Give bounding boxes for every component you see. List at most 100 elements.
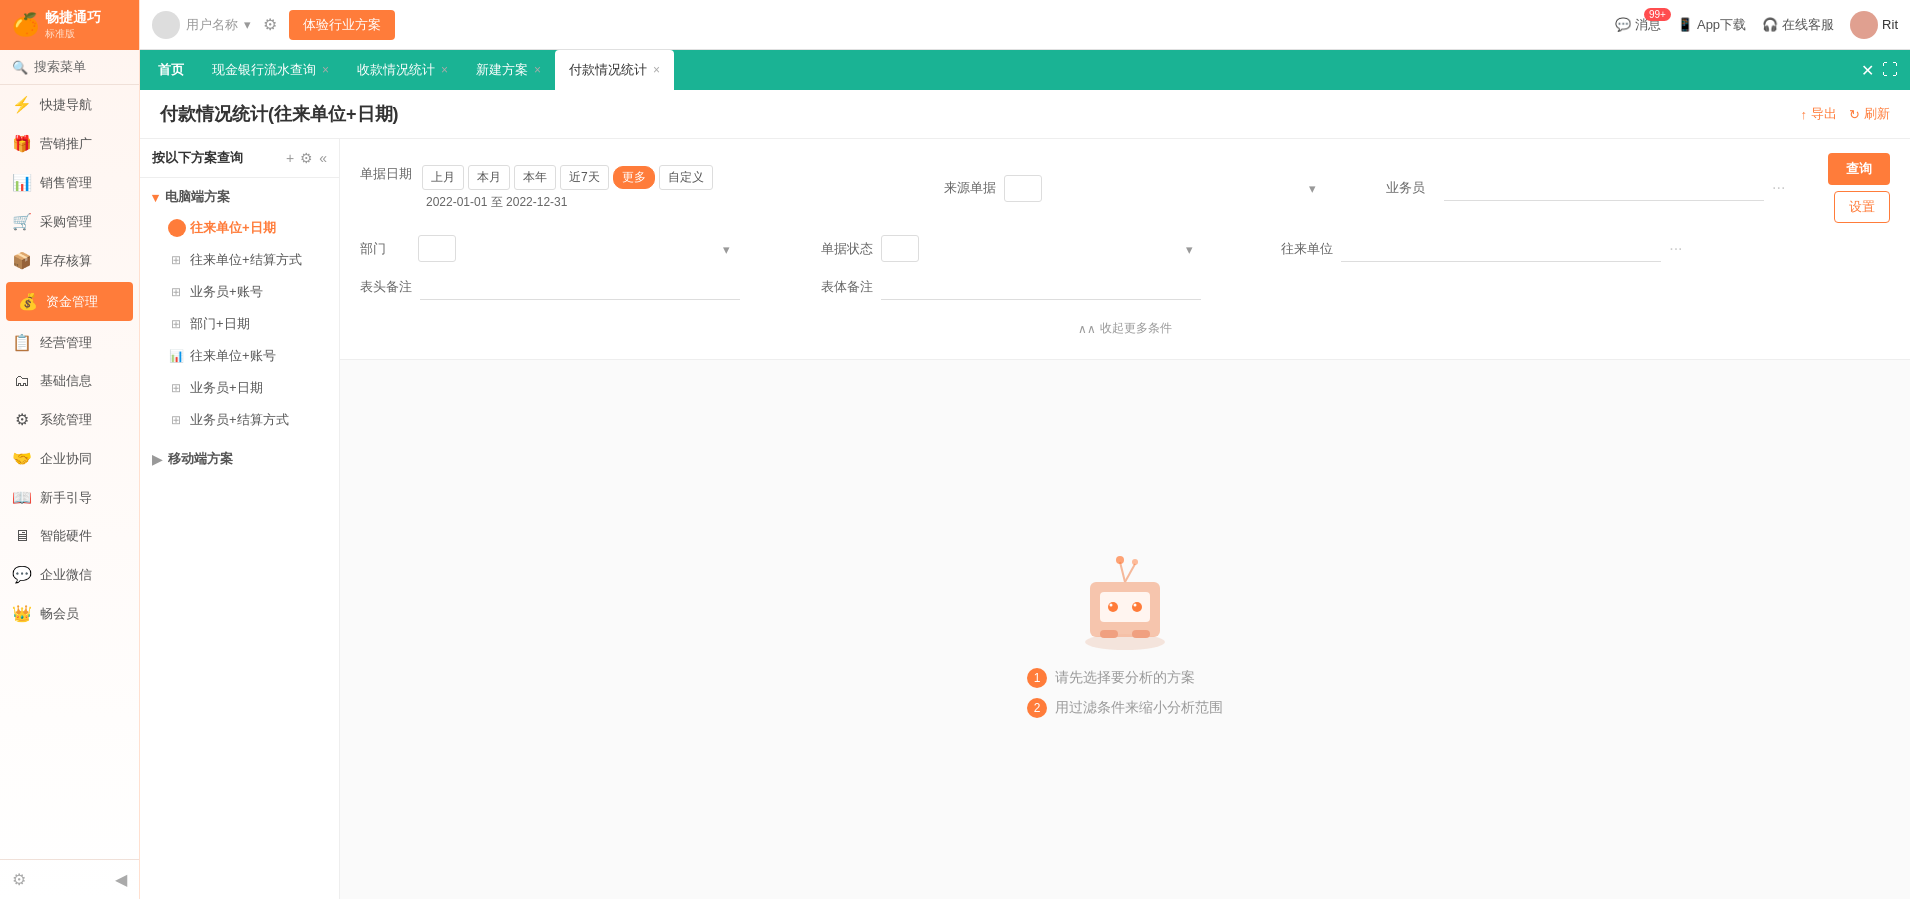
scheme-partner-settle[interactable]: ⊞ 往来单位+结算方式 bbox=[140, 244, 339, 276]
sidebar-item-finance[interactable]: 💰 资金管理 bbox=[6, 282, 133, 321]
sidebar-item-basic-info[interactable]: 🗂 基础信息 bbox=[0, 362, 139, 400]
filter-area: 单据日期 上月 本月 本年 近7天 更多 自定义 bbox=[340, 139, 1910, 360]
date-custom-btn[interactable]: 自定义 bbox=[659, 165, 713, 190]
topbar-gear-icon[interactable]: ⚙ bbox=[263, 15, 277, 34]
date-this-year-btn[interactable]: 本年 bbox=[514, 165, 556, 190]
doc-status-select-wrap bbox=[881, 235, 1201, 262]
hint2-text: 用过滤条件来缩小分析范围 bbox=[1055, 699, 1223, 717]
user-profile-btn[interactable]: Rit bbox=[1850, 11, 1898, 39]
filter-row-3: 表头备注 表体备注 bbox=[360, 274, 1890, 300]
settings-icon[interactable]: ⚙ bbox=[12, 870, 26, 889]
scheme-dept-date[interactable]: ⊞ 部门+日期 bbox=[140, 308, 339, 340]
collapse-sidebar-icon[interactable]: ◀ bbox=[115, 870, 127, 889]
staff-dots[interactable]: ··· bbox=[1772, 179, 1785, 197]
app-download-btn[interactable]: 📱 App下载 bbox=[1677, 16, 1746, 34]
sidebar-icon-basic-info: 🗂 bbox=[12, 372, 32, 390]
tab-bank-flow-close[interactable]: × bbox=[322, 63, 329, 77]
mobile-section-label: 移动端方案 bbox=[168, 450, 233, 468]
collapse-filter-btn[interactable]: ∧∧ 收起更多条件 bbox=[360, 312, 1890, 345]
sidebar-item-sales[interactable]: 📊 销售管理 bbox=[0, 163, 139, 202]
scheme-table3-icon: ⊞ bbox=[168, 317, 184, 331]
body-note-label: 表体备注 bbox=[821, 278, 873, 296]
sidebar-item-hardware[interactable]: 🖥 智能硬件 bbox=[0, 517, 139, 555]
user-display-name: Rit bbox=[1882, 17, 1898, 32]
logo-area: 🍊 畅捷通巧 标准版 bbox=[0, 0, 139, 50]
date-more-btn[interactable]: 更多 bbox=[613, 166, 655, 189]
sidebar-icon-purchase: 🛒 bbox=[12, 212, 32, 231]
sidebar-item-marketing[interactable]: 🎁 营销推广 bbox=[0, 124, 139, 163]
scheme-staff-date-label: 业务员+日期 bbox=[190, 379, 263, 397]
svg-rect-2 bbox=[1100, 592, 1150, 622]
desktop-section-header[interactable]: ▾ 电脑端方案 bbox=[140, 182, 339, 212]
scheme-partner-date[interactable]: 往来单位+日期 bbox=[140, 212, 339, 244]
body-note-input[interactable] bbox=[881, 274, 1201, 300]
search-label: 搜索菜单 bbox=[34, 58, 86, 76]
svg-point-6 bbox=[1134, 603, 1137, 606]
sidebar-item-member[interactable]: 👑 畅会员 bbox=[0, 594, 139, 633]
sidebar-item-enterprise[interactable]: 🤝 企业协同 bbox=[0, 439, 139, 478]
query-btn[interactable]: 查询 bbox=[1828, 153, 1890, 185]
sidebar-icon-member: 👑 bbox=[12, 604, 32, 623]
tab-expand-btn[interactable]: ⛶ bbox=[1882, 61, 1898, 80]
trial-btn[interactable]: 体验行业方案 bbox=[289, 10, 395, 40]
sidebar-item-operation[interactable]: 📋 经营管理 bbox=[0, 323, 139, 362]
sidebar-label-marketing: 营销推广 bbox=[40, 135, 92, 153]
date-last-7days-btn[interactable]: 近7天 bbox=[560, 165, 609, 190]
source-doc-select[interactable] bbox=[1004, 175, 1042, 202]
sidebar-item-system[interactable]: ⚙ 系统管理 bbox=[0, 400, 139, 439]
tab-new-scheme-close[interactable]: × bbox=[534, 63, 541, 77]
user-dropdown-icon[interactable]: ▾ bbox=[244, 17, 251, 32]
tab-bank-flow[interactable]: 现金银行流水查询 × bbox=[198, 50, 343, 90]
empty-illustration bbox=[1055, 542, 1195, 652]
sidebar-item-inventory[interactable]: 📦 库存核算 bbox=[0, 241, 139, 280]
sidebar-item-wechat[interactable]: 💬 企业微信 bbox=[0, 555, 139, 594]
scheme-settings-btn[interactable]: ⚙ bbox=[300, 150, 313, 166]
scheme-table-icon: ⊞ bbox=[168, 253, 184, 267]
search-menu[interactable]: 🔍 搜索菜单 bbox=[0, 50, 139, 85]
scheme-partner-account[interactable]: 📊 往来单位+账号 bbox=[140, 340, 339, 372]
scheme-staff-date[interactable]: ⊞ 业务员+日期 bbox=[140, 372, 339, 404]
sidebar-icon-quick-nav: ⚡ bbox=[12, 95, 32, 114]
filter-row-1: 单据日期 上月 本月 本年 近7天 更多 自定义 bbox=[360, 153, 1890, 223]
scheme-staff-settle[interactable]: ⊞ 业务员+结算方式 bbox=[140, 404, 339, 436]
tab-receipt-stats-close[interactable]: × bbox=[441, 63, 448, 77]
staff-input[interactable] bbox=[1444, 175, 1764, 201]
export-btn[interactable]: ↑ 导出 bbox=[1801, 105, 1838, 123]
tab-payment-stats-close[interactable]: × bbox=[653, 63, 660, 77]
service-label: 在线客服 bbox=[1782, 16, 1834, 34]
svg-line-7 bbox=[1120, 562, 1125, 582]
date-last-month-btn[interactable]: 上月 bbox=[422, 165, 464, 190]
tab-new-scheme[interactable]: 新建方案 × bbox=[462, 50, 555, 90]
scheme-staff-account[interactable]: ⊞ 业务员+账号 bbox=[140, 276, 339, 308]
tab-close-all-btn[interactable]: ✕ bbox=[1861, 61, 1874, 80]
tab-payment-stats[interactable]: 付款情况统计 × bbox=[555, 50, 674, 90]
partner-input[interactable] bbox=[1341, 236, 1661, 262]
sidebar-label-guide: 新手引导 bbox=[40, 489, 92, 507]
user-name: 用户名称 bbox=[186, 16, 238, 34]
sidebar-item-quick-nav[interactable]: ⚡ 快捷导航 bbox=[0, 85, 139, 124]
refresh-btn[interactable]: ↻ 刷新 bbox=[1849, 105, 1890, 123]
online-service-btn[interactable]: 🎧 在线客服 bbox=[1762, 16, 1834, 34]
tab-receipt-stats[interactable]: 收款情况统计 × bbox=[343, 50, 462, 90]
sidebar-icon-system: ⚙ bbox=[12, 410, 32, 429]
filter-settings-btn[interactable]: 设置 bbox=[1834, 191, 1890, 223]
svg-point-9 bbox=[1116, 556, 1124, 564]
header-note-input[interactable] bbox=[420, 274, 740, 300]
partner-dots[interactable]: ··· bbox=[1669, 240, 1682, 258]
query-settings-col: 查询 设置 bbox=[1828, 153, 1890, 223]
tab-home[interactable]: 首页 bbox=[144, 50, 198, 90]
sidebar-icon-inventory: 📦 bbox=[12, 251, 32, 270]
dept-select[interactable] bbox=[418, 235, 456, 262]
mobile-section-header[interactable]: ▶ 移动端方案 bbox=[140, 444, 339, 474]
date-this-month-btn[interactable]: 本月 bbox=[468, 165, 510, 190]
messages-btn[interactable]: 💬 消息 99+ bbox=[1615, 16, 1661, 34]
main-area: 用户名称 ▾ ⚙ 体验行业方案 💬 消息 99+ 📱 App下载 🎧 在线客服 … bbox=[140, 0, 1910, 899]
add-scheme-btn[interactable]: + bbox=[286, 150, 294, 166]
doc-status-select[interactable] bbox=[881, 235, 919, 262]
scheme-partner-settle-label: 往来单位+结算方式 bbox=[190, 251, 302, 269]
sidebar: 🍊 畅捷通巧 标准版 🔍 搜索菜单 ⚡ 快捷导航🎁 营销推广📊 销售管理🛒 采购… bbox=[0, 0, 140, 899]
left-panel-collapse-btn[interactable]: « bbox=[319, 150, 327, 166]
active-scheme-icon bbox=[168, 219, 184, 237]
sidebar-item-guide[interactable]: 📖 新手引导 bbox=[0, 478, 139, 517]
sidebar-item-purchase[interactable]: 🛒 采购管理 bbox=[0, 202, 139, 241]
